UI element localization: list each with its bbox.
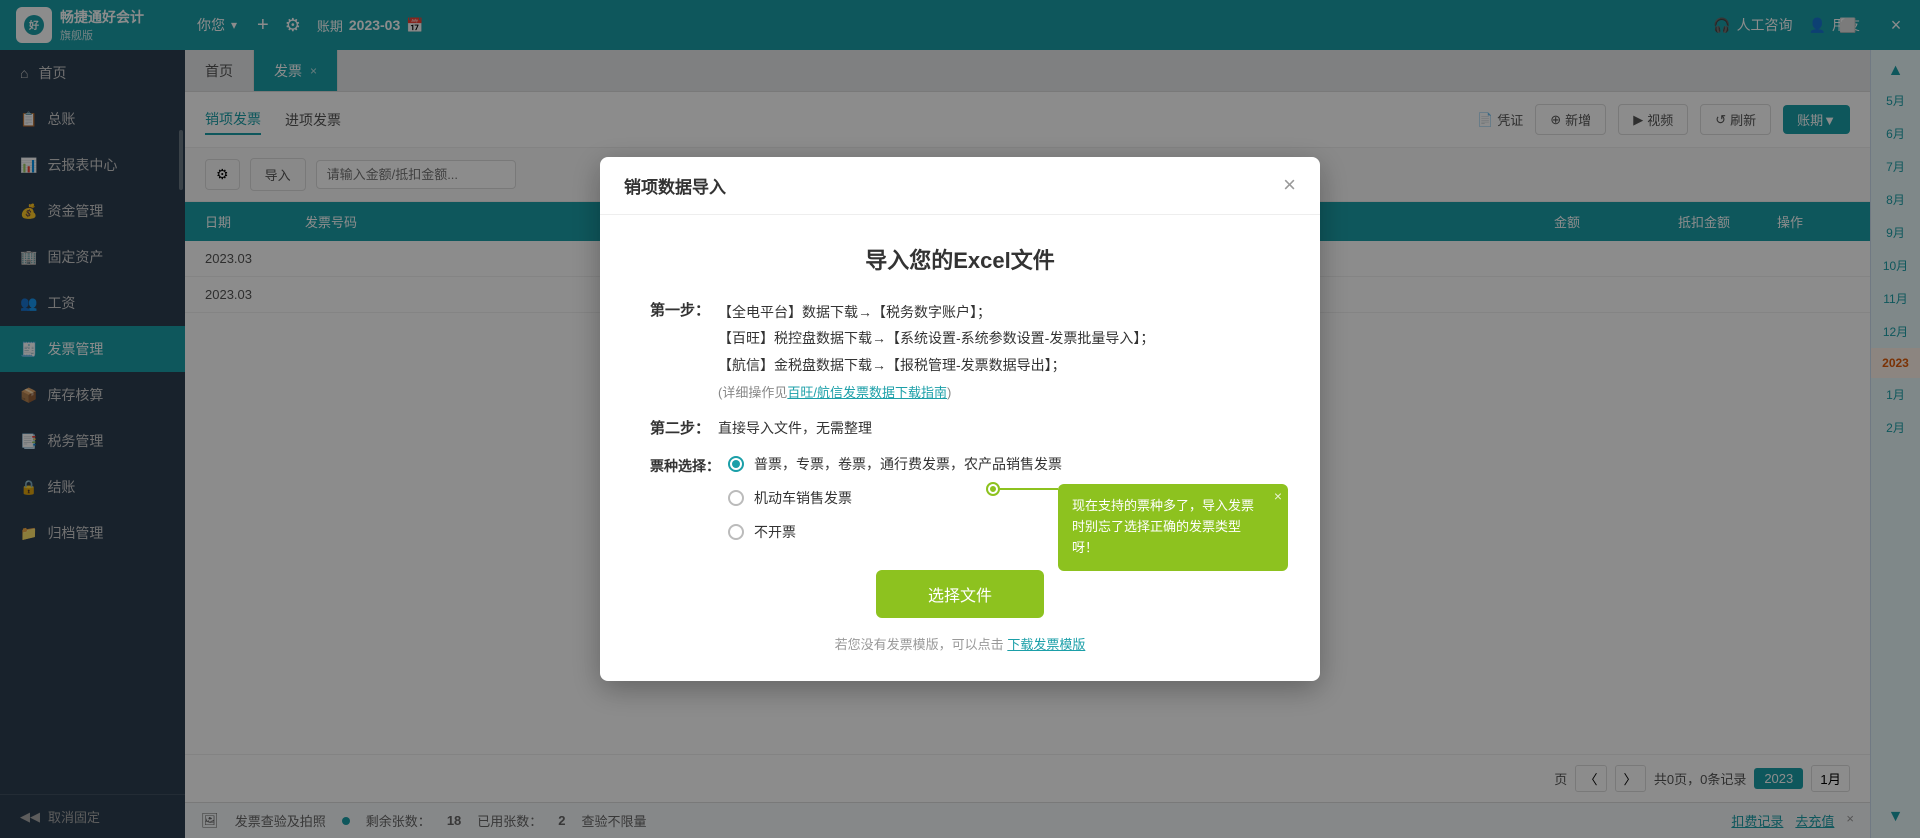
step1-link-row: (详细操作见百旺/航信发票数据下载指南)	[718, 382, 1154, 401]
step1-label: 第一步：	[650, 299, 710, 402]
modal-title: 销项数据导入	[624, 173, 726, 198]
step2-label: 第二步：	[650, 417, 710, 438]
step2-row: 第二步： 直接导入文件，无需整理	[650, 417, 1270, 438]
tooltip-container: 现在支持的票种多了，导入发票时别忘了选择正确的发票类型呀！ ×	[988, 484, 1288, 570]
ticket-selection: 票种选择： 普票，专票，卷票，通行费发票，农产品销售发票 机动车销售发票	[650, 454, 1270, 542]
ticket-label: 票种选择：	[650, 454, 720, 542]
step1-content: 【全电平台】数据下载→【税务数字账户】； 【百旺】税控盘数据下载→【系统设置-系…	[718, 299, 1154, 402]
template-hint: 若您没有发票模版，可以点击 下载发票模版	[650, 634, 1270, 661]
radio-normal	[728, 456, 744, 472]
modal: 销项数据导入 × 导入您的Excel文件 第一步： 【全电平台】数据下载→【税务…	[600, 157, 1320, 682]
modal-close-button[interactable]: ×	[1283, 174, 1296, 196]
template-hint-text: 若您没有发票模版，可以点击	[835, 637, 1004, 652]
radio-none	[728, 524, 744, 540]
tooltip-bubble: 现在支持的票种多了，导入发票时别忘了选择正确的发票类型呀！ ×	[1058, 484, 1288, 570]
tooltip-text: 现在支持的票种多了，导入发票时别忘了选择正确的发票类型呀！	[1072, 498, 1254, 555]
modal-footer: 选择文件	[650, 562, 1270, 634]
step1-line2: 【百旺】税控盘数据下载→【系统设置-系统参数设置-发票批量导入】；	[718, 325, 1154, 352]
tooltip-dot	[988, 484, 998, 494]
modal-body: 导入您的Excel文件 第一步： 【全电平台】数据下载→【税务数字账户】； 【百…	[600, 215, 1320, 682]
ticket-option-normal[interactable]: 普票，专票，卷票，通行费发票，农产品销售发票	[728, 454, 1062, 474]
download-guide-link[interactable]: 百旺/航信发票数据下载指南	[787, 385, 947, 400]
step1-line1: 【全电平台】数据下载→【税务数字账户】；	[718, 299, 1154, 326]
tooltip-close-button[interactable]: ×	[1274, 488, 1282, 504]
modal-big-title: 导入您的Excel文件	[650, 243, 1270, 275]
step1-row: 第一步： 【全电平台】数据下载→【税务数字账户】； 【百旺】税控盘数据下载→【系…	[650, 299, 1270, 402]
modal-header: 销项数据导入 ×	[600, 157, 1320, 215]
ticket-options: 普票，专票，卷票，通行费发票，农产品销售发票 机动车销售发票 不开票	[728, 454, 1062, 542]
step2-text: 直接导入文件，无需整理	[718, 418, 872, 438]
download-template-link[interactable]: 下载发票模版	[1007, 637, 1085, 652]
modal-overlay: 销项数据导入 × 导入您的Excel文件 第一步： 【全电平台】数据下载→【税务…	[0, 0, 1920, 838]
step1-line3: 【航信】金税盘数据下载→【报税管理-发票数据导出】；	[718, 352, 1154, 379]
radio-motor	[728, 490, 744, 506]
select-file-button[interactable]: 选择文件	[876, 570, 1044, 618]
